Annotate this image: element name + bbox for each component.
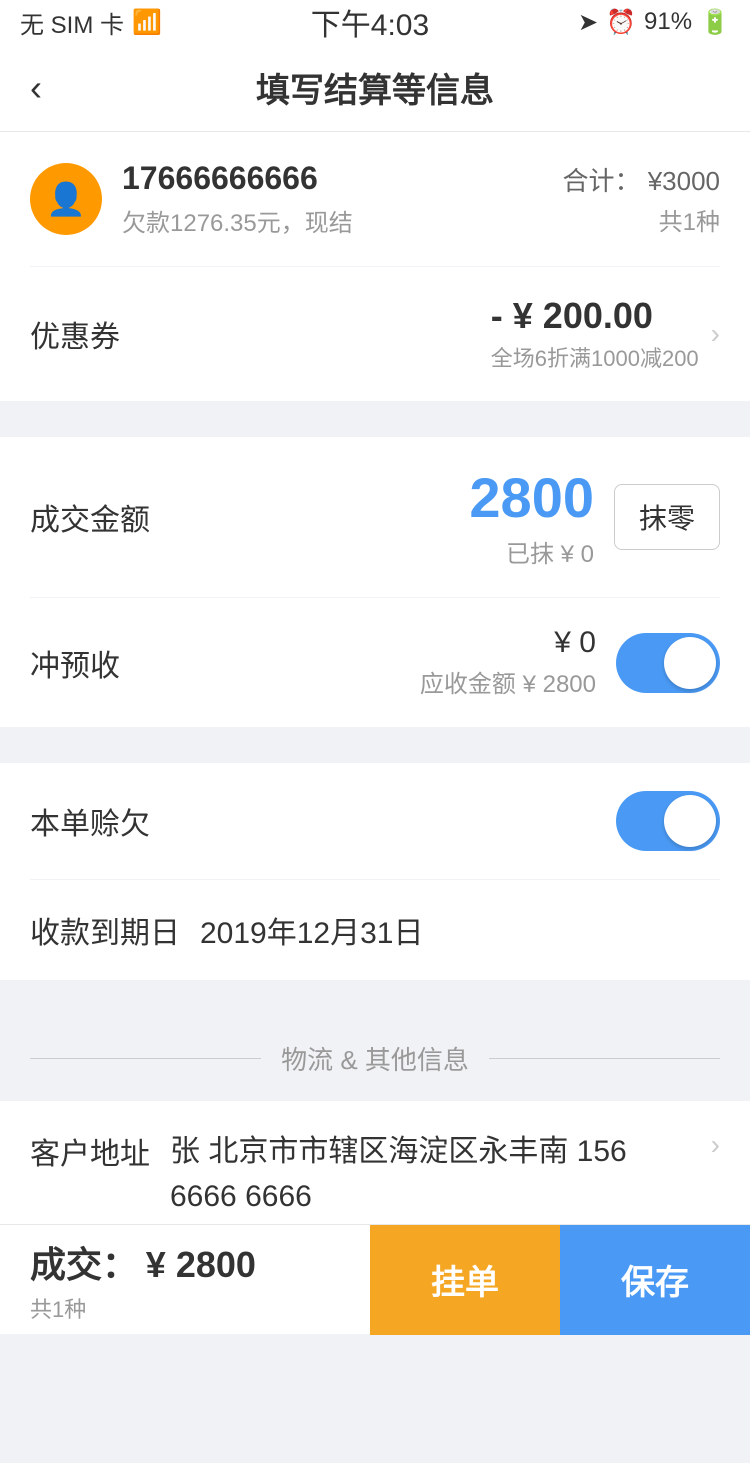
save-button[interactable]: 保存 <box>560 1225 750 1335</box>
deal-number: 2800 <box>469 465 594 530</box>
deal-sub: 已抹 ¥ 0 <box>469 534 594 569</box>
section-separator-3 <box>0 996 750 1016</box>
logistics-title: 物流 & 其他信息 <box>281 1040 469 1077</box>
user-info-card: 👤 17666666666 欠款1276.35元，现结 合计： ¥3000 共1… <box>0 132 750 401</box>
back-button[interactable]: ‹ <box>30 67 42 109</box>
bottom-summary: 成交： ¥ 2800 共1种 <box>0 1236 370 1324</box>
bottom-deal: 成交： ¥ 2800 <box>30 1236 340 1288</box>
due-date-label: 收款到期日 <box>30 908 180 952</box>
prepay-label: 冲预收 <box>30 641 120 685</box>
alarm-icon: ⏰ <box>606 8 636 37</box>
total-label: 合计： ¥3000 <box>562 161 720 198</box>
chevron-right-icon: › <box>711 318 720 350</box>
coupon-label: 优惠券 <box>30 312 120 356</box>
logistics-header: 物流 & 其他信息 <box>0 1016 750 1101</box>
prepay-amount: ¥ 0 应收金额 ¥ 2800 <box>420 626 596 699</box>
coupon-row[interactable]: 优惠券 - ¥ 200.00 全场6折满1000减200 › <box>0 267 750 401</box>
avatar: 👤 <box>30 163 102 235</box>
deal-amount-right: 2800 已抹 ¥ 0 抹零 <box>469 465 720 569</box>
debt-order-toggle[interactable] <box>616 791 720 851</box>
total-amount: ¥3000 <box>648 166 720 196</box>
bottom-bar: 成交： ¥ 2800 共1种 挂单 保存 <box>0 1224 750 1334</box>
prepay-toggle[interactable] <box>616 633 720 693</box>
deal-amount-main: 2800 已抹 ¥ 0 <box>469 465 594 569</box>
pending-button[interactable]: 挂单 <box>370 1225 560 1335</box>
user-info-row: 👤 17666666666 欠款1276.35元，现结 合计： ¥3000 共1… <box>0 132 750 266</box>
coupon-right: - ¥ 200.00 全场6折满1000减200 › <box>491 295 720 373</box>
coupon-info: - ¥ 200.00 全场6折满1000减200 <box>491 295 699 373</box>
address-chevron-icon: › <box>711 1129 720 1161</box>
deal-amount-row: 成交金额 2800 已抹 ¥ 0 抹零 <box>0 437 750 597</box>
user-info-left: 👤 17666666666 欠款1276.35元，现结 <box>30 160 353 238</box>
total-count: 共1种 <box>562 202 720 237</box>
toggle-knob <box>664 637 716 689</box>
nav-bar: ‹ 填写结算等信息 <box>0 44 750 132</box>
avatar-icon: 👤 <box>46 180 86 218</box>
page-title: 填写结算等信息 <box>256 63 494 112</box>
debt-order-label: 本单赊欠 <box>30 799 150 843</box>
status-bar-left: 无 SIM 卡 📶 <box>20 5 162 40</box>
status-bar: 无 SIM 卡 📶 下午4:03 ➤ ⏰ 91% 🔋 <box>0 0 750 44</box>
location-icon: ➤ <box>578 8 598 37</box>
prepay-main-amount: ¥ 0 <box>420 626 596 660</box>
user-phone: 17666666666 <box>122 160 353 197</box>
address-label: 客户地址 <box>30 1129 150 1173</box>
logistics-line-right <box>489 1058 720 1059</box>
prepay-sub: 应收金额 ¥ 2800 <box>420 664 596 699</box>
user-details: 17666666666 欠款1276.35元，现结 <box>122 160 353 238</box>
user-info-right: 合计： ¥3000 共1种 <box>562 161 720 237</box>
bottom-count: 共1种 <box>30 1292 340 1324</box>
user-debt: 欠款1276.35元，现结 <box>122 203 353 238</box>
wifi-icon: 📶 <box>132 8 162 37</box>
debt-row: 本单赊欠 <box>0 763 750 879</box>
debt-toggle-knob <box>664 795 716 847</box>
bottom-deal-amount: ¥ 2800 <box>146 1244 256 1285</box>
logistics-line-left <box>30 1058 261 1059</box>
prepay-right: ¥ 0 应收金额 ¥ 2800 <box>420 626 720 699</box>
status-bar-right: ➤ ⏰ 91% 🔋 <box>578 8 730 37</box>
prepay-row: 冲预收 ¥ 0 应收金额 ¥ 2800 <box>0 598 750 727</box>
deal-amount-label: 成交金额 <box>30 495 150 539</box>
bottom-deal-label: 成交： <box>30 1244 138 1285</box>
section-separator-1 <box>0 417 750 437</box>
deal-amount-card: 成交金额 2800 已抹 ¥ 0 抹零 冲预收 ¥ 0 应收金额 ¥ 2800 <box>0 437 750 727</box>
section-separator-2 <box>0 743 750 763</box>
coupon-description: 全场6折满1000减200 <box>491 341 699 373</box>
battery-icon: 🔋 <box>700 8 730 37</box>
status-bar-time: 下午4:03 <box>311 0 429 44</box>
round-button[interactable]: 抹零 <box>614 484 720 550</box>
debt-order-card: 本单赊欠 收款到期日 2019年12月31日 <box>0 763 750 980</box>
no-sim-label: 无 SIM 卡 <box>20 5 124 40</box>
battery-label: 91% <box>644 8 692 36</box>
address-value: 张 北京市市辖区海淀区永丰南 156 6666 6666 <box>170 1129 699 1219</box>
due-date-row: 收款到期日 2019年12月31日 <box>0 880 750 980</box>
coupon-discount: - ¥ 200.00 <box>491 295 699 337</box>
due-date-value: 2019年12月31日 <box>200 908 423 952</box>
